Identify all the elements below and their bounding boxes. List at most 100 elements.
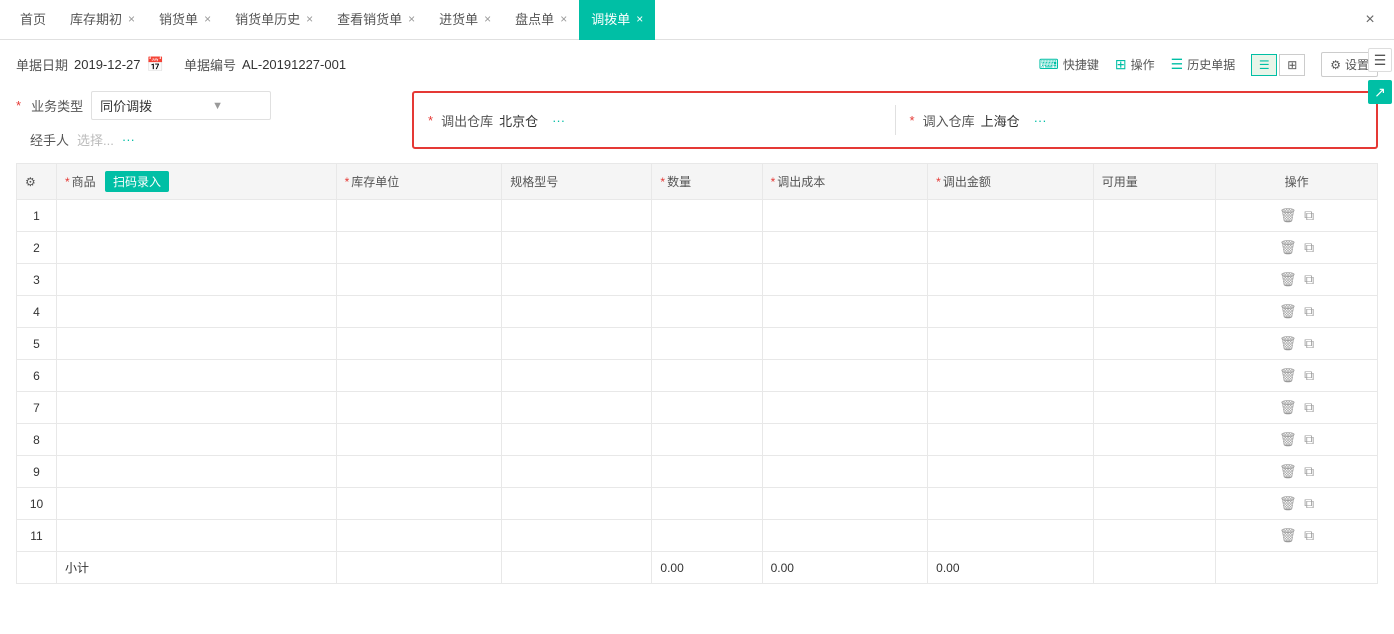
tab-close-view-sales[interactable]: ×: [408, 12, 415, 26]
cell-spec[interactable]: [502, 232, 652, 264]
cell-cost[interactable]: [762, 264, 928, 296]
cell-quantity[interactable]: [652, 520, 762, 552]
cell-product[interactable]: [57, 200, 337, 232]
tab-close-sales-history[interactable]: ×: [306, 12, 313, 26]
view-btn-grid[interactable]: ⊞: [1279, 54, 1305, 76]
cell-cost[interactable]: [762, 392, 928, 424]
person-more-btn[interactable]: ···: [122, 132, 135, 147]
copy-icon[interactable]: ⧉: [1304, 335, 1314, 351]
cell-quantity[interactable]: [652, 328, 762, 360]
cell-available[interactable]: [1093, 392, 1215, 424]
cell-cost[interactable]: [762, 200, 928, 232]
tab-inventory-count[interactable]: 盘点单 ×: [503, 0, 579, 40]
cell-amount[interactable]: [928, 456, 1094, 488]
cell-available[interactable]: [1093, 520, 1215, 552]
cell-amount[interactable]: [928, 520, 1094, 552]
cell-spec[interactable]: [502, 392, 652, 424]
scan-button[interactable]: 扫码录入: [105, 171, 169, 192]
cell-unit[interactable]: [336, 360, 502, 392]
cell-amount[interactable]: [928, 392, 1094, 424]
tab-sales-order[interactable]: 销货单 ×: [147, 0, 223, 40]
cell-available[interactable]: [1093, 456, 1215, 488]
cell-spec[interactable]: [502, 424, 652, 456]
cell-cost[interactable]: [762, 456, 928, 488]
th-settings[interactable]: ⚙: [17, 164, 57, 200]
delete-icon[interactable]: 🗑: [1279, 367, 1297, 383]
copy-icon[interactable]: ⧉: [1304, 527, 1314, 543]
cell-amount[interactable]: [928, 424, 1094, 456]
delete-icon[interactable]: 🗑: [1279, 495, 1297, 511]
cell-quantity[interactable]: [652, 200, 762, 232]
cell-product[interactable]: [57, 296, 337, 328]
cell-available[interactable]: [1093, 360, 1215, 392]
cell-unit[interactable]: [336, 232, 502, 264]
cell-available[interactable]: [1093, 200, 1215, 232]
tab-sales-history[interactable]: 销货单历史 ×: [223, 0, 325, 40]
copy-icon[interactable]: ⧉: [1304, 367, 1314, 383]
cell-unit[interactable]: [336, 520, 502, 552]
cell-product[interactable]: [57, 488, 337, 520]
cell-quantity[interactable]: [652, 456, 762, 488]
tab-close-inventory-count[interactable]: ×: [560, 12, 567, 26]
delete-icon[interactable]: 🗑: [1279, 335, 1297, 351]
delete-icon[interactable]: 🗑: [1279, 303, 1297, 319]
cell-quantity[interactable]: [652, 264, 762, 296]
sidebar-list-icon[interactable]: ☰: [1368, 48, 1392, 72]
delete-icon[interactable]: 🗑: [1279, 399, 1297, 415]
tab-bar-close-button[interactable]: ×: [1354, 4, 1386, 36]
sidebar-export-icon[interactable]: ↗: [1368, 80, 1392, 104]
cell-cost[interactable]: [762, 296, 928, 328]
cell-quantity[interactable]: [652, 488, 762, 520]
cell-cost[interactable]: [762, 520, 928, 552]
cell-spec[interactable]: [502, 360, 652, 392]
copy-icon[interactable]: ⧉: [1304, 399, 1314, 415]
cell-available[interactable]: [1093, 328, 1215, 360]
cell-available[interactable]: [1093, 424, 1215, 456]
cell-product[interactable]: [57, 232, 337, 264]
cell-amount[interactable]: [928, 200, 1094, 232]
business-type-select[interactable]: 同价调拨 ▼: [91, 91, 271, 120]
cell-amount[interactable]: [928, 360, 1094, 392]
cell-unit[interactable]: [336, 424, 502, 456]
cell-cost[interactable]: [762, 488, 928, 520]
cell-cost[interactable]: [762, 232, 928, 264]
tab-transfer[interactable]: 调拨单 ×: [579, 0, 655, 40]
cell-spec[interactable]: [502, 488, 652, 520]
person-select[interactable]: 选择... ···: [77, 130, 135, 149]
view-btn-list[interactable]: ☰: [1251, 54, 1277, 76]
delete-icon[interactable]: 🗑: [1279, 463, 1297, 479]
copy-icon[interactable]: ⧉: [1304, 431, 1314, 447]
cell-unit[interactable]: [336, 264, 502, 296]
cell-product[interactable]: [57, 264, 337, 296]
cell-cost[interactable]: [762, 360, 928, 392]
cell-cost[interactable]: [762, 424, 928, 456]
cell-amount[interactable]: [928, 328, 1094, 360]
cell-spec[interactable]: [502, 200, 652, 232]
cell-amount[interactable]: [928, 264, 1094, 296]
tab-inventory-init[interactable]: 库存期初 ×: [58, 0, 147, 40]
delete-icon[interactable]: 🗑: [1279, 271, 1297, 287]
delete-icon[interactable]: 🗑: [1279, 527, 1297, 543]
cell-product[interactable]: [57, 392, 337, 424]
transfer-out-more-btn[interactable]: ···: [552, 113, 565, 128]
cell-cost[interactable]: [762, 328, 928, 360]
cell-unit[interactable]: [336, 488, 502, 520]
cell-product[interactable]: [57, 328, 337, 360]
copy-icon[interactable]: ⧉: [1304, 271, 1314, 287]
copy-icon[interactable]: ⧉: [1304, 303, 1314, 319]
cell-product[interactable]: [57, 360, 337, 392]
tab-close-purchase-order[interactable]: ×: [484, 12, 491, 26]
cell-quantity[interactable]: [652, 296, 762, 328]
cell-unit[interactable]: [336, 328, 502, 360]
history-action[interactable]: ☰ 历史单据: [1171, 56, 1236, 73]
cell-spec[interactable]: [502, 264, 652, 296]
cell-product[interactable]: [57, 456, 337, 488]
cell-quantity[interactable]: [652, 360, 762, 392]
cell-spec[interactable]: [502, 296, 652, 328]
copy-icon[interactable]: ⧉: [1304, 207, 1314, 223]
cell-amount[interactable]: [928, 232, 1094, 264]
cell-unit[interactable]: [336, 392, 502, 424]
calendar-icon[interactable]: 📅: [147, 56, 164, 73]
tab-close-sales-order[interactable]: ×: [204, 12, 211, 26]
copy-icon[interactable]: ⧉: [1304, 239, 1314, 255]
